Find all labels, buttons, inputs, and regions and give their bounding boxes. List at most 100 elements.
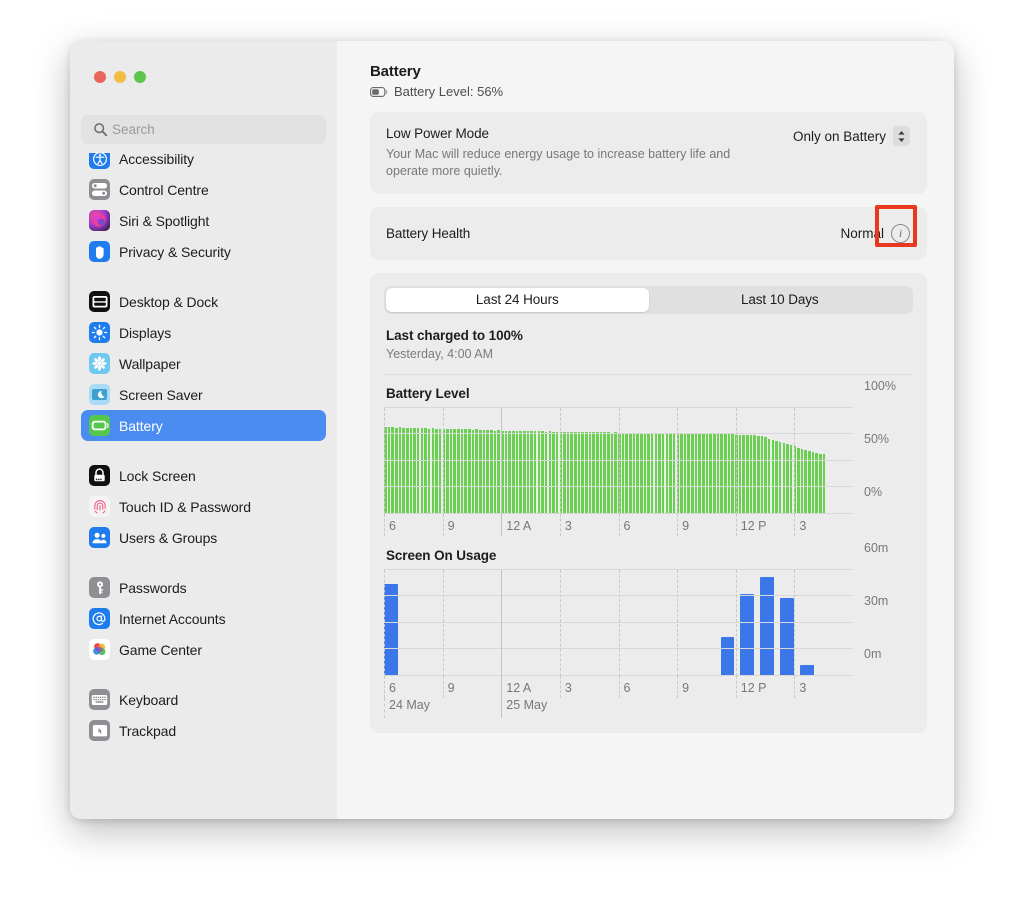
grid-line-vertical	[501, 569, 503, 676]
chart-bar	[413, 427, 416, 514]
battery-status-icon	[370, 86, 388, 97]
chart-bar	[650, 433, 654, 514]
sidebar-group-separator	[70, 267, 337, 286]
sidebar-item-desktop-dock[interactable]: Desktop & Dock	[81, 286, 326, 317]
x-axis-tick-label: 6	[623, 518, 631, 533]
sidebar-group-separator	[70, 441, 337, 460]
chart-bar	[680, 433, 683, 514]
chart-bar	[687, 433, 691, 514]
sidebar-group: Desktop & Dock Displays Wallpaper Screen Sa…	[70, 286, 337, 441]
game-center-icon	[89, 639, 110, 660]
chart-bar	[811, 452, 815, 514]
chart-bar	[749, 435, 753, 514]
tab-last-10-days[interactable]: Last 10 Days	[649, 288, 912, 312]
wallpaper-icon	[89, 353, 110, 374]
chart-bar	[585, 432, 588, 514]
page-header: Battery Battery Level: 56%	[337, 41, 954, 99]
sidebar-item-label: Passwords	[119, 579, 187, 596]
chart-bar	[398, 427, 402, 514]
chart-bar	[384, 583, 398, 676]
sidebar-item-passwords[interactable]: Passwords	[81, 572, 326, 603]
accessibility-icon	[89, 153, 110, 169]
sidebar-item-label: Accessibility	[119, 153, 194, 167]
sidebar-item-wallpaper[interactable]: Wallpaper	[81, 348, 326, 379]
screen-saver-icon	[89, 384, 110, 405]
chart-bar	[511, 430, 515, 514]
screenshot-root: Accessibility Control Centre Siri & Spotli…	[0, 0, 1024, 913]
sidebar-item-users-groups[interactable]: Users & Groups	[81, 522, 326, 553]
grid-line-vertical	[501, 407, 503, 514]
sidebar-item-label: Lock Screen	[119, 467, 196, 484]
x-axis-tick-label: 9	[682, 518, 690, 533]
screen-on-usage-date-axis: 24 May 25 May	[384, 697, 853, 718]
chart-bar	[760, 436, 764, 514]
sidebar-item-control-centre[interactable]: Control Centre	[81, 174, 326, 205]
grid-line-vertical	[559, 569, 562, 676]
sidebar-item-accessibility[interactable]: Accessibility	[81, 153, 326, 174]
chart-bar	[391, 426, 394, 514]
chart-bar	[592, 432, 595, 514]
battery-level-summary: Battery Level: 56%	[370, 84, 954, 99]
sidebar-item-privacy-security[interactable]: Privacy & Security	[81, 236, 326, 267]
grid-line-vertical	[794, 569, 796, 676]
date-axis-label: 24 May	[389, 697, 430, 712]
chart-bar	[596, 432, 599, 514]
privacy-hand-icon	[89, 241, 110, 262]
chart-bar	[533, 431, 537, 514]
chart-bar	[789, 445, 793, 514]
tab-last-24-hours[interactable]: Last 24 Hours	[386, 287, 649, 312]
battery-health-info-icon[interactable]: i	[891, 223, 910, 243]
chart-bar	[427, 428, 431, 514]
chart-bar	[563, 431, 566, 514]
low-power-mode-value: Only on Battery	[792, 128, 886, 144]
battery-usage-card: Last 24 Hours Last 10 Days Last charged …	[370, 272, 927, 733]
chart-bar	[544, 431, 548, 514]
date-axis-label: 25 May	[506, 697, 548, 712]
x-axis-tick-label: 9	[447, 518, 455, 533]
chart-bar	[526, 431, 530, 514]
y-axis-tick-label: 0m	[864, 646, 882, 661]
chart-bar	[621, 432, 625, 514]
sidebar-scroll-area[interactable]: Accessibility Control Centre Siri & Spotli…	[70, 153, 337, 819]
chart-bar	[815, 453, 818, 514]
grid-line-vertical	[442, 407, 445, 514]
minimize-button[interactable]	[114, 71, 126, 83]
x-axis-tick-mark	[618, 675, 621, 698]
chart-bar	[555, 431, 559, 514]
low-power-mode-popup[interactable]: Only on Battery	[793, 126, 910, 146]
battery-health-card: Battery Health Normal i	[370, 204, 927, 260]
chart-bar	[694, 433, 698, 514]
sidebar-item-touch-id-password[interactable]: Touch ID & Password	[81, 491, 326, 522]
chart-bar	[628, 432, 632, 514]
close-button[interactable]	[94, 71, 106, 83]
chart-bar	[387, 427, 391, 514]
sidebar-item-lock-screen[interactable]: Lock Screen	[81, 460, 326, 491]
chart-bar	[716, 434, 720, 514]
sidebar-item-siri-spotlight[interactable]: Siri & Spotlight	[81, 205, 326, 236]
chart-bar	[409, 428, 413, 514]
screen-on-usage-chart-title: Screen On Usage	[386, 547, 497, 563]
sidebar-item-displays[interactable]: Displays	[81, 317, 326, 348]
sidebar-item-battery[interactable]: Battery	[81, 410, 326, 441]
zoom-button[interactable]	[134, 71, 146, 83]
search-input[interactable]	[81, 115, 326, 144]
main-content: Battery Battery Level: 56% Low Power Mod…	[337, 41, 954, 819]
sidebar-item-trackpad[interactable]: Trackpad	[81, 715, 326, 746]
x-axis-tick-mark	[384, 675, 386, 698]
sidebar-item-label: Desktop & Dock	[119, 293, 218, 310]
x-axis-tick-label: 12 P	[740, 680, 767, 695]
battery-level-x-axis: 6 9 12 A 3 6 9 12 P 3	[384, 513, 853, 536]
sidebar-item-game-center[interactable]: Game Center	[81, 634, 326, 665]
chart-bar	[405, 427, 409, 514]
low-power-mode-description: Your Mac will reduce energy usage to inc…	[386, 147, 731, 178]
chart-bar	[767, 438, 771, 514]
chart-bar	[508, 430, 511, 514]
chart-bar	[705, 434, 709, 514]
sidebar-item-internet-accounts[interactable]: Internet Accounts	[81, 603, 326, 634]
chart-bar	[468, 429, 471, 514]
x-axis-tick-label: 6	[623, 680, 631, 695]
sidebar-item-screen-saver[interactable]: Screen Saver	[81, 379, 326, 410]
chart-bar	[420, 428, 424, 514]
sidebar-item-keyboard[interactable]: Keyboard	[81, 684, 326, 715]
chart-bar	[607, 432, 610, 514]
